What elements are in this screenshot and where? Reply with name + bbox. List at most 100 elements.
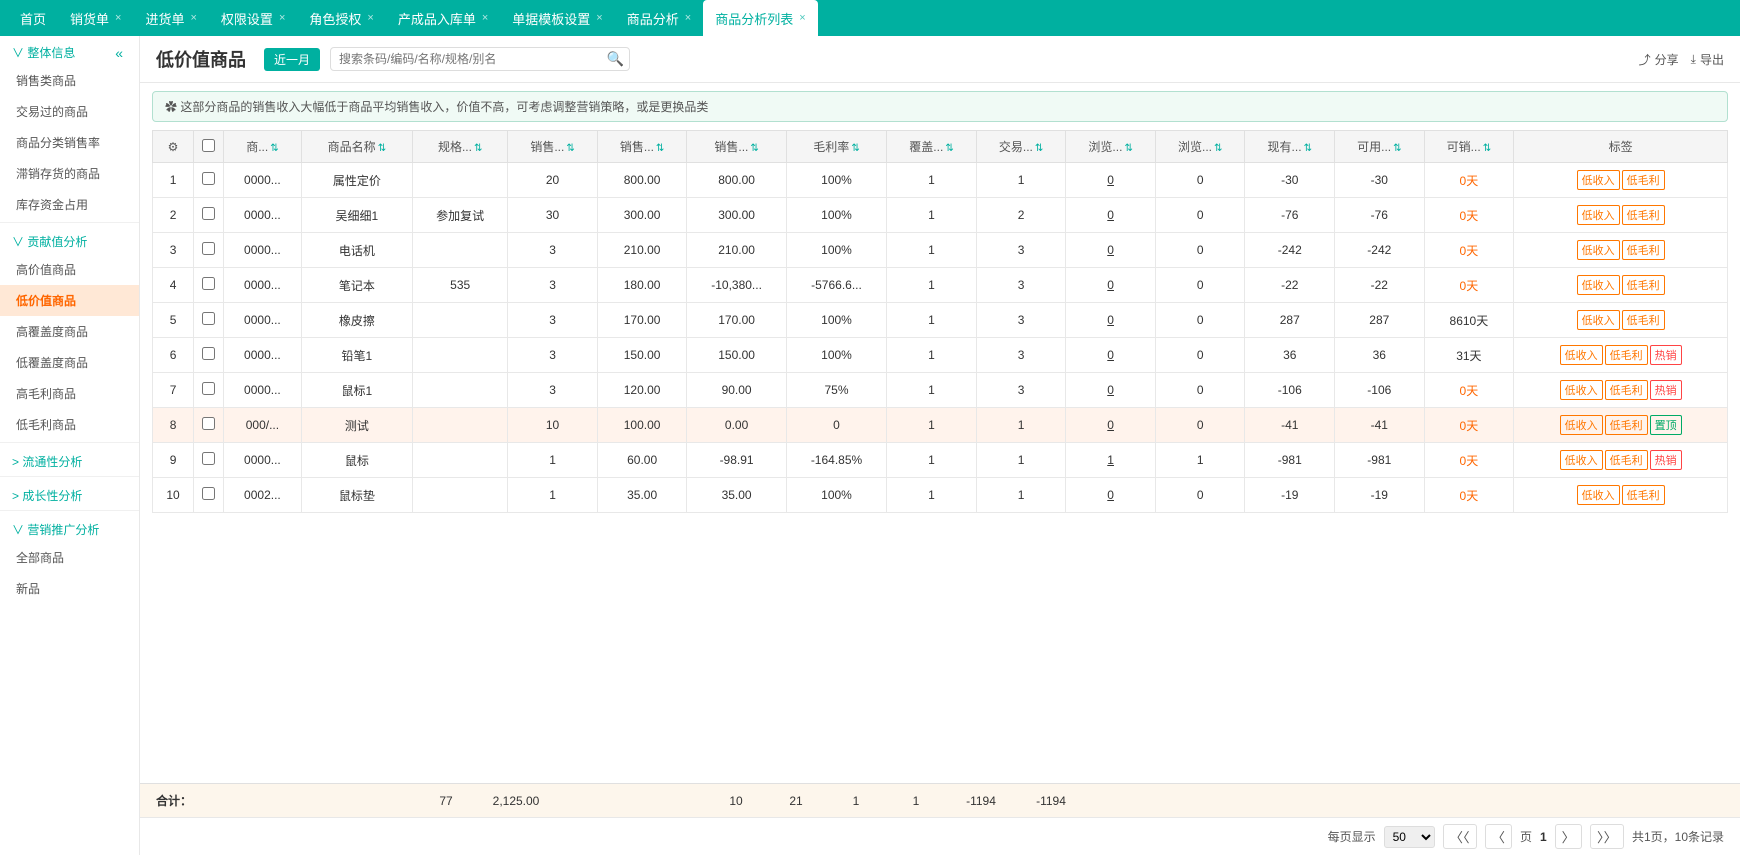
row-spec: 参加复试: [413, 198, 508, 233]
search-input[interactable]: [330, 47, 630, 71]
nav-home[interactable]: 首页: [8, 0, 58, 36]
row-checkbox[interactable]: [202, 382, 215, 395]
nav-sales-order[interactable]: 销货单 ×: [58, 0, 133, 36]
nav-purchase-order[interactable]: 进货单 ×: [133, 0, 208, 36]
sidebar-item-new-goods[interactable]: 新品: [0, 573, 139, 604]
top-nav: 首页 销货单 × 进货单 × 权限设置 × 角色授权 × 产成品入库单 × 单据…: [0, 0, 1740, 36]
sidebar-item-low-coverage[interactable]: 低覆盖度商品: [0, 347, 139, 378]
row-gross-rate: 0: [786, 408, 886, 443]
sidebar-item-low-profit[interactable]: 低毛利商品: [0, 409, 139, 440]
prev-page-button[interactable]: 〈: [1485, 824, 1512, 849]
sidebar-item-inventory-capital[interactable]: 库存资金占用: [0, 189, 139, 220]
sidebar-item-category-sales[interactable]: 商品分类销售率: [0, 127, 139, 158]
row-checkbox-cell[interactable]: [194, 303, 224, 338]
row-browse1[interactable]: 0: [1066, 233, 1156, 268]
sidebar-group-overview: ∨ 整体信息 «: [0, 36, 139, 65]
nav-product-analysis-list[interactable]: 商品分析列表 ×: [703, 0, 817, 36]
th-sales-qty[interactable]: 销售...⇅: [508, 131, 598, 163]
th-code[interactable]: 商...⇅: [224, 131, 302, 163]
close-icon[interactable]: ×: [115, 12, 121, 24]
row-checkbox-cell[interactable]: [194, 373, 224, 408]
close-icon[interactable]: ×: [367, 12, 373, 24]
row-checkbox[interactable]: [202, 312, 215, 325]
row-browse1[interactable]: 0: [1066, 373, 1156, 408]
row-qty1: 3: [508, 303, 598, 338]
th-spec[interactable]: 规格...⇅: [413, 131, 508, 163]
close-icon[interactable]: ×: [190, 12, 196, 24]
last-page-button[interactable]: 〉〉: [1590, 824, 1624, 849]
nav-product-in[interactable]: 产成品入库单 ×: [386, 0, 500, 36]
th-saleable[interactable]: 可销...⇅: [1424, 131, 1514, 163]
close-icon[interactable]: ×: [482, 12, 488, 24]
sidebar-divider4: [0, 510, 139, 511]
th-sales-val2[interactable]: 销售...⇅: [687, 131, 786, 163]
row-checkbox-cell[interactable]: [194, 233, 224, 268]
nav-product-analysis[interactable]: 商品分析 ×: [615, 0, 703, 36]
close-icon[interactable]: ×: [279, 12, 285, 24]
next-page-button[interactable]: 〉: [1555, 824, 1582, 849]
sidebar-group-flow[interactable]: > 流通性分析: [0, 445, 139, 474]
row-checkbox[interactable]: [202, 242, 215, 255]
row-checkbox-cell[interactable]: [194, 268, 224, 303]
row-browse1[interactable]: 0: [1066, 478, 1156, 513]
row-browse1[interactable]: 0: [1066, 408, 1156, 443]
sidebar-item-traded-goods[interactable]: 交易过的商品: [0, 96, 139, 127]
row-trade: 1: [976, 163, 1066, 198]
th-browse2[interactable]: 浏览...⇅: [1155, 131, 1245, 163]
sidebar-item-high-profit[interactable]: 高毛利商品: [0, 378, 139, 409]
sidebar-item-high-value[interactable]: 高价值商品: [0, 254, 139, 285]
row-checkbox[interactable]: [202, 487, 215, 500]
sidebar-item-slow-goods[interactable]: 滞销存货的商品: [0, 158, 139, 189]
row-browse1[interactable]: 0: [1066, 338, 1156, 373]
export-button[interactable]: ⤓ 导出: [1691, 51, 1724, 68]
sidebar-item-sales-goods[interactable]: 销售类商品: [0, 65, 139, 96]
row-browse1[interactable]: 0: [1066, 303, 1156, 338]
th-gross-rate[interactable]: 毛利率⇅: [786, 131, 886, 163]
sidebar-item-low-value[interactable]: 低价值商品: [0, 285, 139, 316]
row-browse1[interactable]: 0: [1066, 268, 1156, 303]
row-browse1[interactable]: 0: [1066, 163, 1156, 198]
period-button[interactable]: 近一月: [264, 48, 320, 71]
sidebar-item-high-coverage[interactable]: 高覆盖度商品: [0, 316, 139, 347]
th-trade[interactable]: 交易...⇅: [976, 131, 1066, 163]
row-checkbox-cell[interactable]: [194, 338, 224, 373]
nav-template-setting[interactable]: 单据模板设置 ×: [500, 0, 614, 36]
row-browse1[interactable]: 1: [1066, 443, 1156, 478]
row-checkbox[interactable]: [202, 452, 215, 465]
th-checkbox[interactable]: [194, 131, 224, 163]
row-checkbox[interactable]: [202, 277, 215, 290]
th-coverage[interactable]: 覆盖...⇅: [887, 131, 977, 163]
row-checkbox[interactable]: [202, 347, 215, 360]
nav-permissions[interactable]: 权限设置 ×: [209, 0, 297, 36]
th-current[interactable]: 现有...⇅: [1245, 131, 1335, 163]
row-checkbox[interactable]: [202, 207, 215, 220]
th-available[interactable]: 可用...⇅: [1335, 131, 1425, 163]
sidebar-item-all-goods[interactable]: 全部商品: [0, 542, 139, 573]
row-checkbox[interactable]: [202, 172, 215, 185]
row-checkbox-cell[interactable]: [194, 408, 224, 443]
collapse-icon[interactable]: «: [115, 45, 123, 61]
select-all-checkbox[interactable]: [202, 139, 215, 152]
search-icon[interactable]: 🔍: [607, 51, 624, 68]
nav-role-auth[interactable]: 角色授权 ×: [297, 0, 385, 36]
close-icon[interactable]: ×: [596, 12, 602, 24]
share-button[interactable]: ⤴ 分享: [1639, 51, 1679, 68]
th-browse1[interactable]: 浏览...⇅: [1066, 131, 1156, 163]
row-checkbox-cell[interactable]: [194, 443, 224, 478]
row-tags: 低收入低毛利置顶: [1514, 408, 1728, 443]
first-page-button[interactable]: 〈〈: [1443, 824, 1477, 849]
row-checkbox-cell[interactable]: [194, 198, 224, 233]
row-qty1: 1: [508, 478, 598, 513]
row-checkbox[interactable]: [202, 417, 215, 430]
th-settings[interactable]: ⚙: [153, 131, 194, 163]
close-icon[interactable]: ×: [685, 12, 691, 24]
row-browse1[interactable]: 0: [1066, 198, 1156, 233]
page-size-select[interactable]: 50 100 200: [1384, 826, 1435, 848]
th-name[interactable]: 商品名称⇅: [301, 131, 412, 163]
sidebar-group-growth[interactable]: > 成长性分析: [0, 479, 139, 508]
close-icon[interactable]: ×: [799, 12, 805, 24]
row-current: -242: [1245, 233, 1335, 268]
row-checkbox-cell[interactable]: [194, 163, 224, 198]
th-sales-val1[interactable]: 销售...⇅: [597, 131, 687, 163]
row-checkbox-cell[interactable]: [194, 478, 224, 513]
